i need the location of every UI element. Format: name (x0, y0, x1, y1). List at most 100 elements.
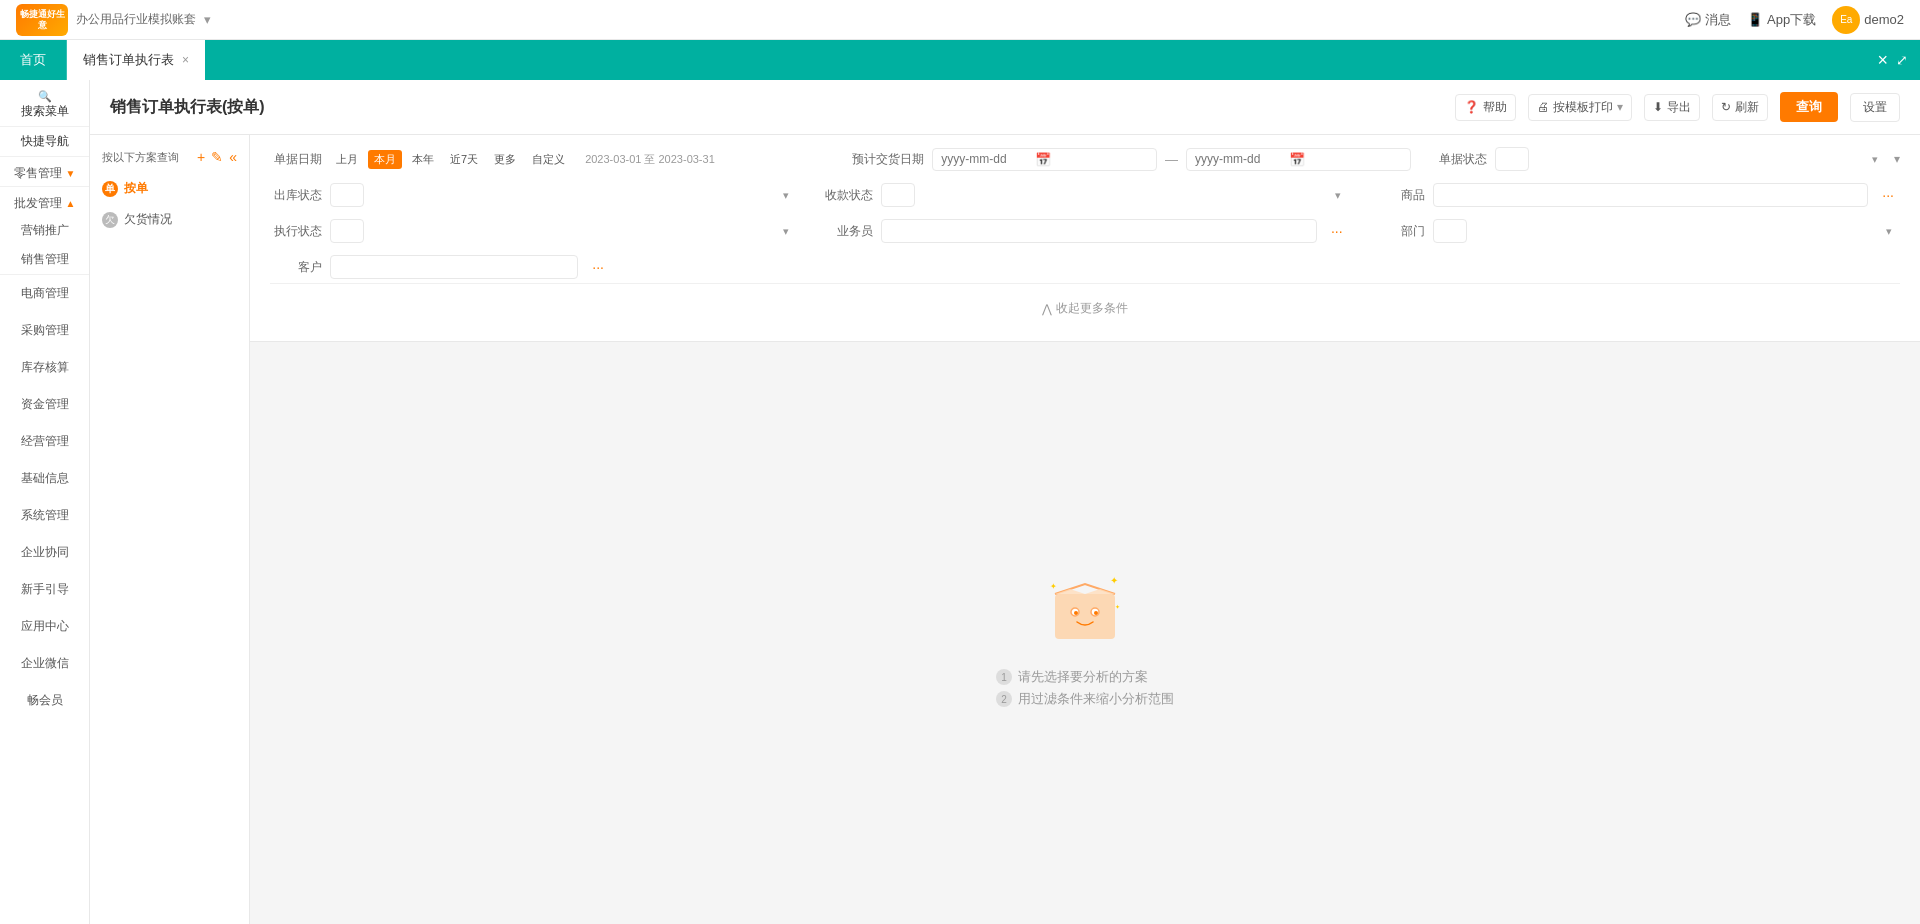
product-dots-btn[interactable]: ··· (1876, 185, 1900, 205)
payment-status-label: 收款状态 (821, 187, 873, 204)
collapse-panel-icon[interactable]: « (229, 149, 237, 165)
message-btn[interactable]: 💬 消息 (1685, 11, 1731, 29)
product-label: 商品 (1373, 187, 1425, 204)
sidebar-item-ecommerce[interactable]: 电商管理 (0, 275, 89, 312)
refresh-btn[interactable]: ↻ 刷新 (1712, 94, 1768, 121)
sidebar-item-operations[interactable]: 经营管理 (0, 423, 89, 460)
expected-date-start-wrapper: 📅 (932, 148, 1157, 171)
sidebar-item-basic-info[interactable]: 基础信息 (0, 460, 89, 497)
scheme-item-shortage[interactable]: 欠 欠货情况 (90, 204, 249, 235)
user-name: demo2 (1864, 12, 1904, 27)
industry-dropdown-icon[interactable]: ▾ (204, 12, 211, 27)
wholesale-arrow-icon: ▲ (66, 198, 76, 209)
add-scheme-icon[interactable]: + (197, 149, 205, 165)
sidebar-search[interactable]: 🔍 搜索菜单 (0, 80, 89, 127)
page-header-actions: ❓ 帮助 🖨 按模板打印 ▾ ⬇ 导出 ↻ 刷新 查询 设置 (1455, 92, 1900, 134)
date-label: 单据日期 (270, 151, 322, 168)
user-avatar-btn[interactable]: Ea demo2 (1832, 6, 1904, 34)
sidebar-item-wholesale[interactable]: 批发管理 ▲ (0, 187, 89, 216)
sidebar-item-appstore[interactable]: 应用中心 (0, 608, 89, 645)
export-btn[interactable]: ⬇ 导出 (1644, 94, 1700, 121)
filter-collapse-section: ⋀ 收起更多条件 (270, 283, 1900, 329)
refresh-icon: ↻ (1721, 100, 1731, 114)
tab-sales-exec[interactable]: 销售订单执行表 × (67, 40, 205, 80)
customer-dots-btn[interactable]: ··· (586, 257, 610, 277)
product-input[interactable] (1433, 183, 1869, 207)
sidebar-item-wechat[interactable]: 企业微信 (0, 645, 89, 682)
svg-point-4 (1094, 611, 1098, 615)
content-area: 按以下方案查询 + ✎ « 单 按单 欠 欠货情况 (90, 135, 1920, 924)
calendar-end-icon[interactable]: 📅 (1289, 152, 1305, 167)
app-download-btn[interactable]: 📱 App下载 (1747, 11, 1816, 29)
dept-select-wrapper (1433, 219, 1900, 243)
customer-input[interactable] (330, 255, 578, 279)
collapse-filters-btn[interactable]: ⋀ 收起更多条件 (270, 294, 1900, 323)
date-btn-this-month[interactable]: 本月 (368, 150, 402, 169)
sidebar-item-finance[interactable]: 资金管理 (0, 386, 89, 423)
collapse-arrow-icon: ⋀ (1042, 302, 1052, 316)
sidebar: 🔍 搜索菜单 快捷导航 零售管理 ▼ 批发管理 ▲ 营销推广 销售管理 电商管理… (0, 80, 90, 924)
sidebar-item-member[interactable]: 畅会员 (0, 682, 89, 719)
sidebar-quick-nav[interactable]: 快捷导航 (0, 127, 89, 157)
sidebar-item-inventory[interactable]: 库存核算 (0, 349, 89, 386)
svg-point-3 (1074, 611, 1078, 615)
right-panel: 单据日期 上月 本月 本年 近7天 更多 自定义 2023-03-01 至 20… (250, 135, 1920, 924)
avatar: Ea (1832, 6, 1860, 34)
svg-rect-0 (1055, 594, 1115, 639)
empty-tip-2: 2 用过滤条件来缩小分析范围 (996, 690, 1174, 708)
date-btn-more[interactable]: 更多 (488, 150, 522, 169)
print-icon: 🖨 (1537, 100, 1549, 114)
status-select[interactable] (1495, 147, 1529, 171)
sidebar-item-retail[interactable]: 零售管理 ▼ (0, 157, 89, 186)
tab-close-icon[interactable]: × (182, 53, 189, 67)
sidebar-item-sales[interactable]: 销售管理 (0, 245, 89, 274)
salesman-input[interactable] (881, 219, 1317, 243)
date-btn-this-year[interactable]: 本年 (406, 150, 440, 169)
dept-label: 部门 (1373, 223, 1425, 240)
exec-status-select[interactable] (330, 219, 364, 243)
expected-date-start[interactable] (941, 152, 1031, 166)
salesman-label: 业务员 (821, 223, 873, 240)
expected-date-end[interactable] (1195, 152, 1285, 166)
scheme-active-dot: 单 (102, 181, 118, 197)
scheme-item-by-order[interactable]: 单 按单 (90, 173, 249, 204)
sidebar-item-enterprise[interactable]: 企业协同 (0, 534, 89, 571)
left-panel-icons: + ✎ « (197, 149, 237, 165)
settings-button[interactable]: 设置 (1850, 93, 1900, 122)
payment-status-select-wrapper (881, 183, 1348, 207)
out-status-select-wrapper (330, 183, 797, 207)
sidebar-item-system[interactable]: 系统管理 (0, 497, 89, 534)
window-maximize-icon[interactable]: ⤢ (1896, 52, 1908, 68)
help-btn[interactable]: ❓ 帮助 (1455, 94, 1516, 121)
salesman-dots-btn[interactable]: ··· (1325, 221, 1349, 241)
sidebar-item-purchase[interactable]: 采购管理 (0, 312, 89, 349)
edit-scheme-icon[interactable]: ✎ (211, 149, 223, 165)
out-status-select[interactable] (330, 183, 364, 207)
main-content: 🔍 搜索菜单 快捷导航 零售管理 ▼ 批发管理 ▲ 营销推广 销售管理 电商管理… (0, 80, 1920, 924)
empty-tips: 1 请先选择要分析的方案 2 用过滤条件来缩小分析范围 (996, 664, 1174, 712)
status-label: 单据状态 (1435, 151, 1487, 168)
sidebar-item-marketing[interactable]: 营销推广 (0, 216, 89, 245)
window-close-icon[interactable]: × (1877, 50, 1888, 71)
svg-text:✦: ✦ (1115, 604, 1120, 610)
topbar-right: 💬 消息 📱 App下载 Ea demo2 (1685, 6, 1904, 34)
date-range-text: 2023-03-01 至 2023-03-31 (585, 152, 715, 167)
calendar-start-icon[interactable]: 📅 (1035, 152, 1051, 167)
phone-icon: 📱 (1747, 12, 1763, 27)
sidebar-section-wholesale: 批发管理 ▲ 营销推广 销售管理 (0, 187, 89, 275)
svg-text:✦: ✦ (1050, 582, 1057, 591)
dept-select[interactable] (1433, 219, 1467, 243)
payment-status-select[interactable] (881, 183, 915, 207)
sidebar-item-newbie[interactable]: 新手引导 (0, 571, 89, 608)
date-btn-last-month[interactable]: 上月 (330, 150, 364, 169)
topbar-left: 畅捷通好生意 办公用品行业模拟账套 ▾ (16, 4, 211, 36)
tab-home[interactable]: 首页 (0, 40, 67, 80)
date-btn-7days[interactable]: 近7天 (444, 150, 484, 169)
filter-area: 单据日期 上月 本月 本年 近7天 更多 自定义 2023-03-01 至 20… (250, 135, 1920, 342)
app-logo: 畅捷通好生意 (16, 4, 68, 36)
query-button[interactable]: 查询 (1780, 92, 1838, 122)
empty-tip-1: 1 请先选择要分析的方案 (996, 668, 1174, 686)
page-header: 销售订单执行表(按单) ❓ 帮助 🖨 按模板打印 ▾ ⬇ 导出 ↻ 刷新 (90, 80, 1920, 135)
date-btn-custom[interactable]: 自定义 (526, 150, 571, 169)
print-btn[interactable]: 🖨 按模板打印 ▾ (1528, 94, 1632, 121)
